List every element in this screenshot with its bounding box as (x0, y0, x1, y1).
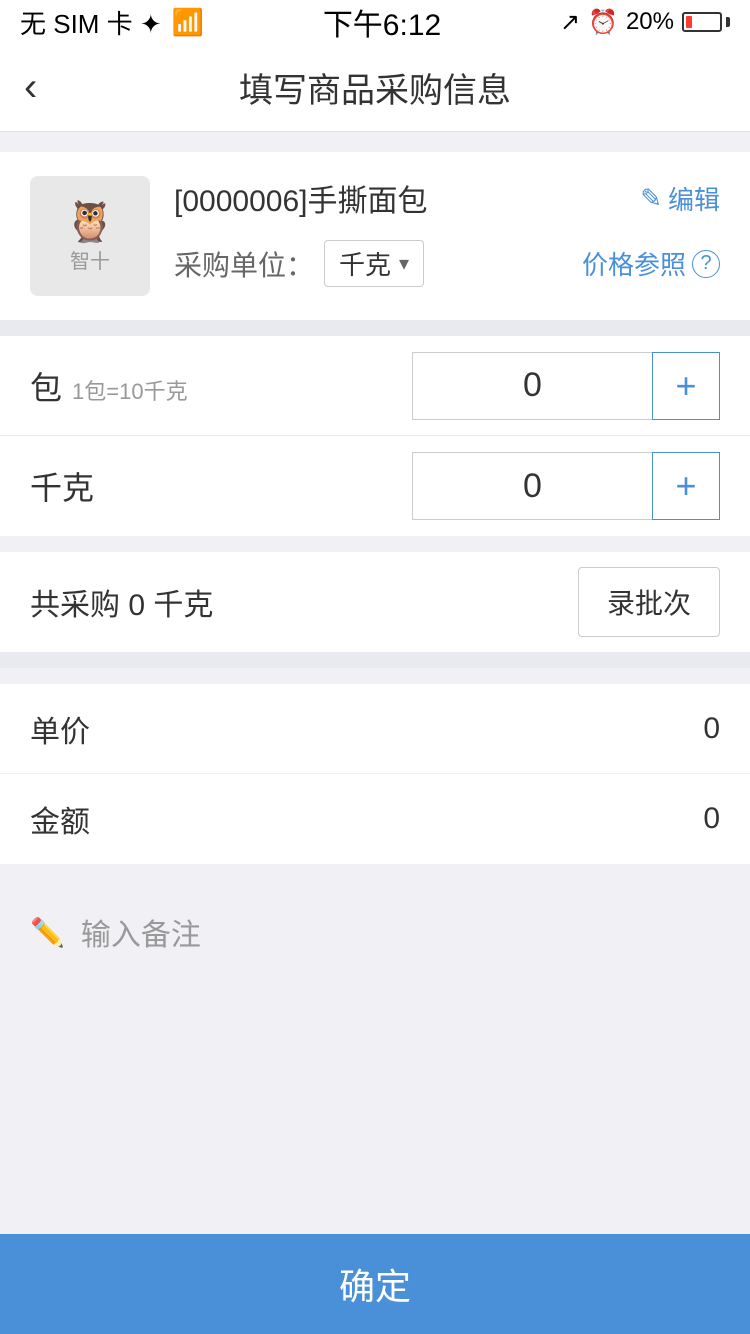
bag-plus-button[interactable]: + (652, 352, 720, 420)
status-right: ↗ ⏰ 20% (560, 8, 730, 37)
location-icon: ↗ (560, 8, 580, 37)
bag-input[interactable] (412, 352, 652, 420)
product-owl-icon: 🦉 (65, 198, 115, 245)
unit-select[interactable]: 千克 ▾ (324, 240, 424, 287)
summary-text: 共采购 0 千克 (30, 580, 213, 624)
remark-placeholder: 输入备注 (81, 910, 201, 954)
battery-percent: 20% (626, 8, 674, 36)
status-bar: 无 SIM 卡 ✦ 📶 下午6:12 ↗ ⏰ 20% (0, 0, 750, 44)
status-left: 无 SIM 卡 ✦ 📶 (20, 4, 204, 41)
back-button[interactable]: ‹ (24, 65, 37, 110)
product-image: 🦉 智十 (30, 176, 150, 296)
page-title: 填写商品采购信息 (239, 63, 511, 112)
input-section: 包 1包=10千克 + 千克 + (0, 336, 750, 536)
product-name: [0000006]手撕面包 (174, 176, 427, 220)
unit-price-value: 0 (703, 712, 720, 746)
summary-section: 共采购 0 千克 录批次 (0, 552, 750, 652)
product-info: [0000006]手撕面包 ✎ 编辑 采购单位： 千克 ▾ 价格参照 ? (174, 176, 720, 287)
divider-2 (0, 652, 750, 668)
nav-bar: ‹ 填写商品采购信息 (0, 44, 750, 132)
amount-value: 0 (703, 802, 720, 836)
status-time: 下午6:12 (323, 0, 441, 44)
kg-plus-button[interactable]: + (652, 452, 720, 520)
confirm-button[interactable]: 确定 (0, 1234, 750, 1334)
input-row-bag: 包 1包=10千克 + (0, 336, 750, 436)
unit-price-row: 单价 0 (0, 684, 750, 774)
wifi-icon: 📶 (172, 7, 204, 38)
help-icon: ? (692, 250, 720, 278)
pencil-icon: ✏️ (30, 916, 65, 949)
price-ref-button[interactable]: 价格参照 ? (582, 245, 720, 282)
amount-label: 金额 (30, 797, 90, 841)
edit-button[interactable]: ✎ 编辑 (640, 180, 720, 217)
divider-1 (0, 320, 750, 336)
amount-row: 金额 0 (0, 774, 750, 864)
battery-icon (682, 12, 730, 32)
unit-price-label: 单价 (30, 707, 90, 751)
bag-control: + (412, 352, 720, 420)
edit-icon: ✎ (640, 183, 662, 214)
alarm-icon: ⏰ (588, 8, 618, 37)
batch-button[interactable]: 录批次 (578, 567, 720, 637)
kg-control: + (412, 452, 720, 520)
price-section: 单价 0 金额 0 (0, 684, 750, 864)
product-card: 🦉 智十 [0000006]手撕面包 ✎ 编辑 采购单位： 千克 ▾ 价格参照 (0, 152, 750, 320)
sim-status: 无 SIM 卡 ✦ (20, 4, 162, 41)
input-row-kg: 千克 + (0, 436, 750, 536)
purchase-unit-label: 采购单位： (174, 244, 314, 284)
bag-label: 包 (30, 363, 62, 409)
dropdown-arrow-icon: ▾ (399, 251, 409, 276)
kg-label: 千克 (30, 463, 94, 509)
bag-sublabel: 1包=10千克 (72, 374, 188, 406)
kg-input[interactable] (412, 452, 652, 520)
remark-section[interactable]: ✏️ 输入备注 (0, 880, 750, 984)
product-image-label: 智十 (70, 245, 110, 274)
unit-value: 千克 (339, 245, 391, 282)
